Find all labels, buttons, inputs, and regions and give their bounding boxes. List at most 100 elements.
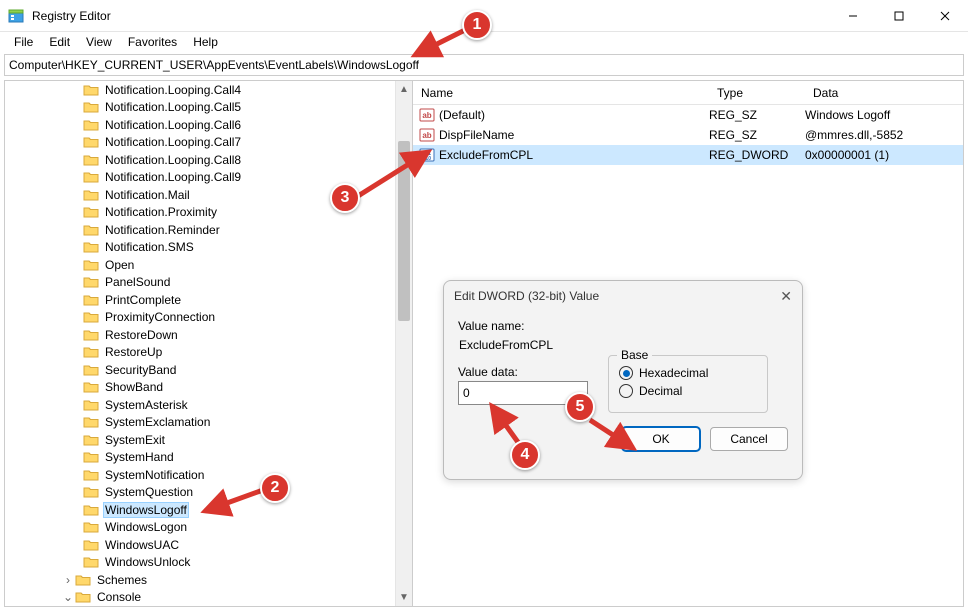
- tree-item-printcomplete[interactable]: PrintComplete: [5, 291, 412, 309]
- tree-item-notification-reminder[interactable]: Notification.Reminder: [5, 221, 412, 239]
- folder-icon: [83, 398, 99, 412]
- scroll-up-icon[interactable]: ▲: [396, 81, 412, 98]
- folder-icon: [75, 573, 91, 587]
- svg-text:ab: ab: [422, 131, 431, 140]
- value-type: REG_DWORD: [709, 148, 805, 162]
- tree-item-label: RestoreDown: [103, 328, 180, 342]
- col-data[interactable]: Data: [805, 82, 963, 104]
- tree-item-label: Notification.Looping.Call4: [103, 83, 243, 97]
- tree-item-systemquestion[interactable]: SystemQuestion: [5, 484, 412, 502]
- chevron-down-icon[interactable]: ⌄: [63, 590, 73, 604]
- folder-icon: [83, 223, 99, 237]
- menu-edit[interactable]: Edit: [41, 33, 78, 51]
- folder-icon: [83, 380, 99, 394]
- tree-item-restoredown[interactable]: RestoreDown: [5, 326, 412, 344]
- tree-item-label: WindowsUnlock: [103, 555, 192, 569]
- tree-item-label: PrintComplete: [103, 293, 183, 307]
- chevron-right-icon[interactable]: ›: [63, 573, 73, 587]
- minimize-button[interactable]: [830, 0, 876, 32]
- tree-item-proximityconnection[interactable]: ProximityConnection: [5, 309, 412, 327]
- value-icon: ab: [419, 107, 435, 123]
- annotation-5: 5: [565, 392, 595, 422]
- tree-item-systemhand[interactable]: SystemHand: [5, 449, 412, 467]
- tree-item-label: Notification.SMS: [103, 240, 196, 254]
- radio-icon: [619, 366, 633, 380]
- folder-icon: [83, 205, 99, 219]
- tree-item-open[interactable]: Open: [5, 256, 412, 274]
- radio-decimal[interactable]: Decimal: [619, 384, 757, 398]
- tree-item-label: Notification.Looping.Call6: [103, 118, 243, 132]
- radio-hex-label: Hexadecimal: [639, 366, 708, 380]
- tree-scrollbar[interactable]: ▲ ▼: [395, 81, 412, 606]
- annotation-2: 2: [260, 473, 290, 503]
- tree-item-notification-looping-call6[interactable]: Notification.Looping.Call6: [5, 116, 412, 134]
- tree-item-systemasterisk[interactable]: SystemAsterisk: [5, 396, 412, 414]
- folder-icon: [83, 345, 99, 359]
- ok-button[interactable]: OK: [622, 427, 700, 451]
- tree-item-windowslogoff[interactable]: WindowsLogoff: [5, 501, 412, 519]
- folder-icon: [83, 118, 99, 132]
- folder-icon: [83, 100, 99, 114]
- col-type[interactable]: Type: [709, 82, 805, 104]
- tree-item-notification-looping-call5[interactable]: Notification.Looping.Call5: [5, 99, 412, 117]
- folder-icon: [83, 310, 99, 324]
- tree-item-label: Schemes: [95, 573, 149, 587]
- list-row-default[interactable]: ab(Default)REG_SZWindows Logoff: [413, 105, 963, 125]
- tree-item-label: RestoreUp: [103, 345, 164, 359]
- edit-dword-dialog: Edit DWORD (32-bit) Value ✕ Value name: …: [443, 280, 803, 480]
- folder-icon: [83, 520, 99, 534]
- base-fieldset: Base Hexadecimal Decimal: [608, 355, 768, 413]
- tree-item-label: Open: [103, 258, 136, 272]
- radio-dec-label: Decimal: [639, 384, 682, 398]
- svg-text:ab: ab: [422, 111, 431, 120]
- tree-item-securityband[interactable]: SecurityBand: [5, 361, 412, 379]
- value-type: REG_SZ: [709, 128, 805, 142]
- list-row-excludefromcpl[interactable]: 011110ExcludeFromCPLREG_DWORD0x00000001 …: [413, 145, 963, 165]
- tree-item-console[interactable]: ⌄Console: [5, 589, 412, 607]
- menu-favorites[interactable]: Favorites: [120, 33, 185, 51]
- menu-file[interactable]: File: [6, 33, 41, 51]
- tree-item-notification-looping-call8[interactable]: Notification.Looping.Call8: [5, 151, 412, 169]
- list-row-dispfilename[interactable]: abDispFileNameREG_SZ@mmres.dll,-5852: [413, 125, 963, 145]
- scroll-down-icon[interactable]: ▼: [396, 589, 412, 606]
- radio-hexadecimal[interactable]: Hexadecimal: [619, 366, 757, 380]
- folder-icon: [83, 188, 99, 202]
- cancel-button[interactable]: Cancel: [710, 427, 788, 451]
- tree-item-showband[interactable]: ShowBand: [5, 379, 412, 397]
- address-bar[interactable]: Computer\HKEY_CURRENT_USER\AppEvents\Eve…: [4, 54, 964, 76]
- menu-help[interactable]: Help: [185, 33, 226, 51]
- dialog-close-button[interactable]: ✕: [780, 288, 792, 305]
- value-data: @mmres.dll,-5852: [805, 128, 963, 142]
- tree-item-systemnotification[interactable]: SystemNotification: [5, 466, 412, 484]
- col-name[interactable]: Name: [413, 82, 709, 104]
- tree-item-notification-sms[interactable]: Notification.SMS: [5, 239, 412, 257]
- svg-text:110: 110: [423, 156, 431, 162]
- tree-item-panelsound[interactable]: PanelSound: [5, 274, 412, 292]
- dialog-title-bar[interactable]: Edit DWORD (32-bit) Value ✕: [444, 281, 802, 311]
- folder-icon: [83, 170, 99, 184]
- tree-item-label: SystemExclamation: [103, 415, 212, 429]
- value-data-label: Value data:: [458, 365, 588, 379]
- menu-view[interactable]: View: [78, 33, 120, 51]
- tree-item-restoreup[interactable]: RestoreUp: [5, 344, 412, 362]
- folder-icon: [83, 363, 99, 377]
- tree-item-label: Notification.Reminder: [103, 223, 222, 237]
- tree-item-label: SystemNotification: [103, 468, 206, 482]
- maximize-button[interactable]: [876, 0, 922, 32]
- close-button[interactable]: [922, 0, 968, 32]
- tree-item-notification-looping-call7[interactable]: Notification.Looping.Call7: [5, 134, 412, 152]
- tree-item-windowsunlock[interactable]: WindowsUnlock: [5, 554, 412, 572]
- scroll-thumb[interactable]: [398, 141, 410, 321]
- tree-item-systemexclamation[interactable]: SystemExclamation: [5, 414, 412, 432]
- value-name-label: Value name:: [458, 319, 788, 333]
- tree-item-label: SystemQuestion: [103, 485, 195, 499]
- tree-item-systemexit[interactable]: SystemExit: [5, 431, 412, 449]
- list-header[interactable]: Name Type Data: [413, 81, 963, 105]
- regedit-icon: [8, 8, 24, 24]
- tree-pane: Notification.Looping.Call4 Notification.L…: [5, 81, 413, 606]
- tree-item-notification-looping-call4[interactable]: Notification.Looping.Call4: [5, 81, 412, 99]
- tree-item-windowslogon[interactable]: WindowsLogon: [5, 519, 412, 537]
- folder-icon: [83, 450, 99, 464]
- tree-item-windowsuac[interactable]: WindowsUAC: [5, 536, 412, 554]
- tree-item-schemes[interactable]: › Schemes: [5, 571, 412, 589]
